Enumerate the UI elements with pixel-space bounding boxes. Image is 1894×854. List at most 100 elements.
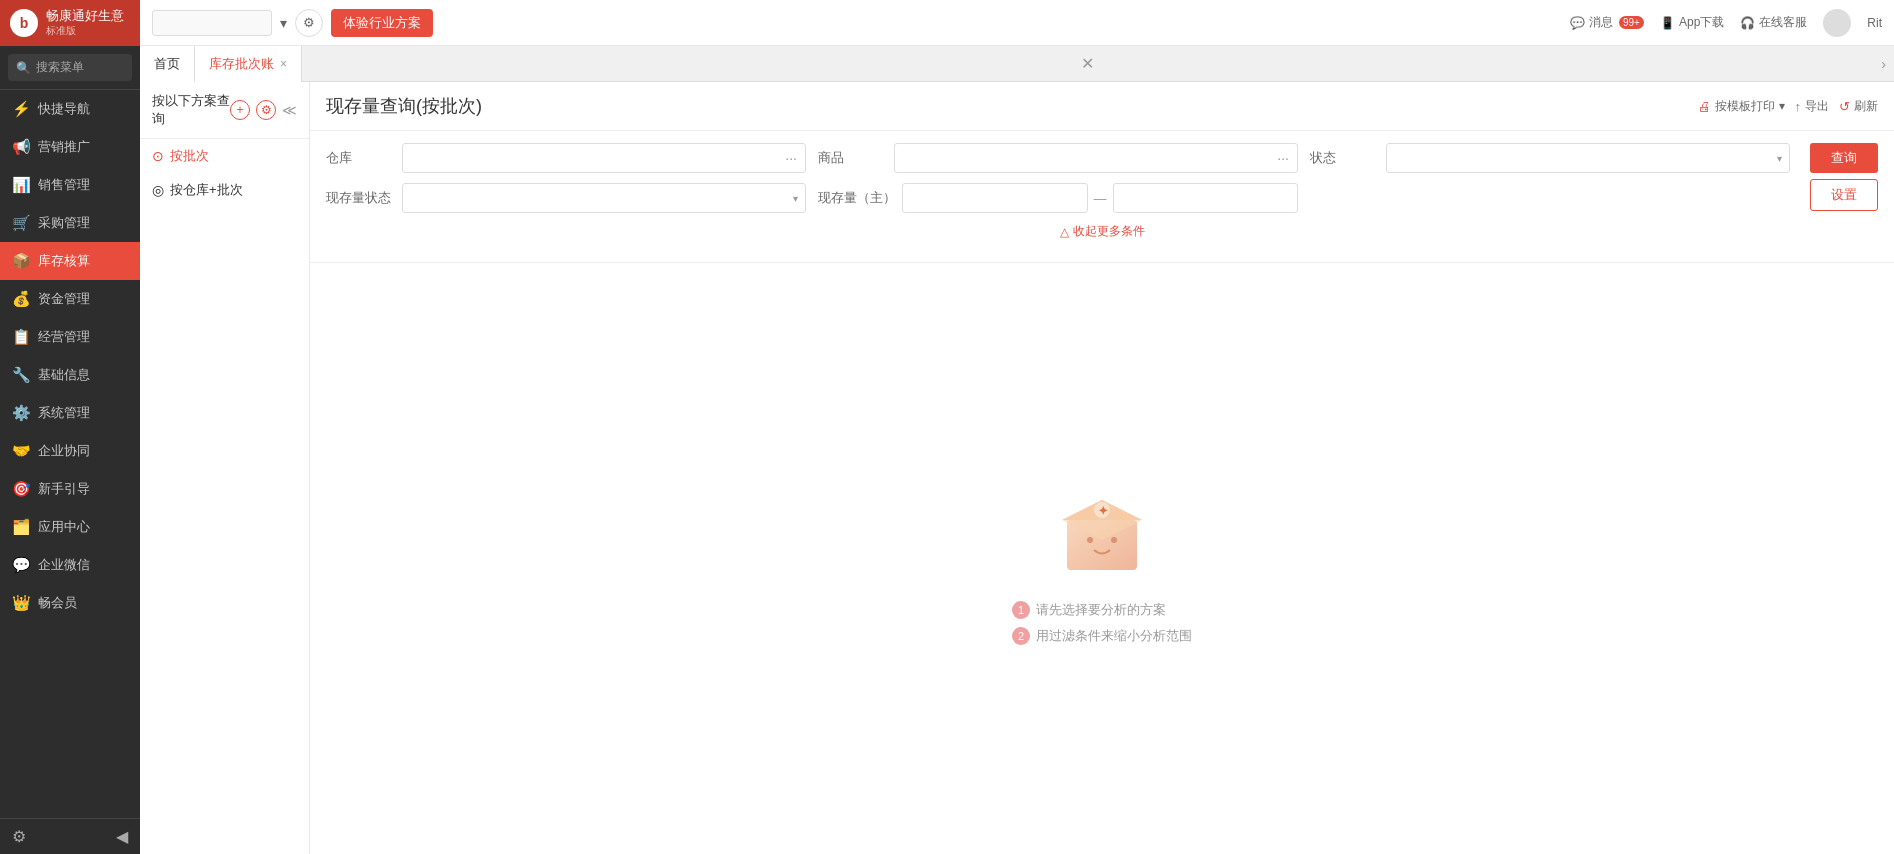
sidebar-item-newbie[interactable]: 🎯 新手引导 — [0, 470, 140, 508]
refresh-icon: ↺ — [1839, 99, 1850, 114]
tab-active-label: 库存批次账 — [209, 55, 274, 73]
tabbar: 首页 库存批次账 × ✕ › — [140, 46, 1894, 82]
sidebar-item-purchase[interactable]: 🛒 采购管理 — [0, 204, 140, 242]
quantity-to-input[interactable] — [1113, 183, 1299, 213]
topbar-gear-button[interactable]: ⚙ — [295, 9, 323, 37]
refresh-label: 刷新 — [1854, 98, 1878, 115]
topbar-dropdown-button[interactable]: ▾ — [280, 15, 287, 31]
collapse-button[interactable]: △ 收起更多条件 — [1060, 217, 1145, 246]
quantity-dash: — — [1094, 191, 1107, 206]
sidebar-item-basic[interactable]: 🔧 基础信息 — [0, 356, 140, 394]
sidebar-item-label: 采购管理 — [38, 214, 90, 232]
sidebar-item-sales[interactable]: 📊 销售管理 — [0, 166, 140, 204]
sidebar-item-label: 库存核算 — [38, 252, 90, 270]
warehouse-dots: ··· — [785, 150, 797, 166]
collapse-row: △ 收起更多条件 — [326, 213, 1878, 250]
messages-label: 消息 — [1589, 14, 1613, 31]
sidebar-item-label: 营销推广 — [38, 138, 90, 156]
empty-state: ✦ 1 请先选择要分析的方案 2 — [1012, 465, 1192, 653]
export-button[interactable]: ↑ 导出 — [1795, 98, 1830, 115]
shortcut-icon: ⚡ — [12, 100, 30, 118]
add-scheme-button[interactable]: + — [230, 100, 250, 120]
search-menu-button[interactable]: 🔍 搜索菜单 — [8, 54, 132, 81]
quantity-from-input[interactable] — [902, 183, 1088, 213]
marketing-icon: 📢 — [12, 138, 30, 156]
left-panel-item-label: 按仓库+批次 — [170, 181, 243, 199]
sidebar-item-enterprise[interactable]: 🤝 企业协同 — [0, 432, 140, 470]
user-avatar[interactable] — [1823, 9, 1851, 37]
hint-text-2: 用过滤条件来缩小分析范围 — [1036, 627, 1192, 645]
sidebar-item-marketing[interactable]: 📢 营销推广 — [0, 128, 140, 166]
sidebar-item-label: 系统管理 — [38, 404, 90, 422]
query-button[interactable]: 查询 — [1810, 143, 1878, 173]
left-panel-item-warehouse-batch[interactable]: ◎ 按仓库+批次 — [140, 173, 309, 207]
settings-scheme-button[interactable]: ⚙ — [256, 100, 276, 120]
messages-action[interactable]: 💬 消息 99+ — [1570, 14, 1644, 31]
sidebar-item-finance[interactable]: 💰 资金管理 — [0, 280, 140, 318]
empty-icon: ✦ — [1042, 465, 1162, 585]
phone-icon: 📱 — [1660, 16, 1675, 30]
warehouse-input[interactable]: ··· — [402, 143, 806, 173]
content-body: ✦ 1 请先选择要分析的方案 2 — [310, 263, 1894, 854]
tab-right-arrow-button[interactable]: › — [1881, 56, 1894, 72]
product-dots: ··· — [1277, 150, 1289, 166]
tab-home[interactable]: 首页 — [140, 46, 195, 82]
quantity-label: 现存量（主） — [818, 189, 896, 207]
left-panel-title: 按以下方案查询 — [152, 92, 230, 128]
tab-home-label: 首页 — [154, 55, 180, 73]
export-icon: ↑ — [1795, 99, 1802, 114]
print-dropdown-icon: ▾ — [1779, 99, 1785, 113]
message-icon: 💬 — [1570, 16, 1585, 30]
topbar: ▾ ⚙ 体验行业方案 💬 消息 99+ 📱 App下载 🎧 在线客服 Rit — [140, 0, 1894, 46]
sidebar-item-label: 新手引导 — [38, 480, 90, 498]
tab-inventory-batch[interactable]: 库存批次账 × — [195, 46, 302, 82]
inventory-status-select[interactable] — [402, 183, 806, 213]
print-icon: 🖨 — [1698, 99, 1711, 114]
collapse-panel-button[interactable]: ≪ — [282, 100, 297, 120]
sidebar-item-member[interactable]: 👑 畅会员 — [0, 584, 140, 622]
sidebar-footer: ⚙ ◀ — [0, 818, 140, 854]
left-panel-item-batch[interactable]: ⊙ 按批次 — [140, 139, 309, 173]
warehouse-label: 仓库 — [326, 149, 396, 167]
page-header: 现存量查询(按批次) 🖨 按模板打印 ▾ ↑ 导出 ↺ 刷新 — [310, 82, 1894, 131]
inventory-status-label: 现存量状态 — [326, 189, 396, 207]
trial-button[interactable]: 体验行业方案 — [331, 9, 433, 37]
sidebar-item-inventory[interactable]: 📦 库存核算 — [0, 242, 140, 280]
sidebar-search-area: 🔍 搜索菜单 — [0, 46, 140, 90]
sidebar-item-label: 畅会员 — [38, 594, 77, 612]
sales-icon: 📊 — [12, 176, 30, 194]
page-actions: 🖨 按模板打印 ▾ ↑ 导出 ↺ 刷新 — [1698, 98, 1879, 115]
sidebar: b 畅康通好生意 标准版 🔍 搜索菜单 ⚡ 快捷导航 📢 营销推广 📊 销售管理… — [0, 0, 140, 854]
sidebar-settings-button[interactable]: ⚙ — [12, 827, 26, 846]
sidebar-item-shortcut[interactable]: ⚡ 快捷导航 — [0, 90, 140, 128]
apps-icon: 🗂️ — [12, 518, 30, 536]
filter-row-2: 现存量状态 ▾ 现存量（主） — — [326, 183, 1790, 213]
tab-close-button[interactable]: × — [280, 57, 287, 71]
sidebar-item-apps[interactable]: 🗂️ 应用中心 — [0, 508, 140, 546]
sidebar-item-system[interactable]: ⚙️ 系统管理 — [0, 394, 140, 432]
finance-icon: 💰 — [12, 290, 30, 308]
settings-button[interactable]: 设置 — [1810, 179, 1878, 211]
filter-row-1: 仓库 ··· 商品 ··· — [326, 143, 1790, 173]
newbie-icon: 🎯 — [12, 480, 30, 498]
status-select-wrapper: ▾ — [1386, 143, 1790, 173]
sidebar-item-operations[interactable]: 📋 经营管理 — [0, 318, 140, 356]
online-service-label: 在线客服 — [1759, 14, 1807, 31]
app-download-action[interactable]: 📱 App下载 — [1660, 14, 1724, 31]
online-service-action[interactable]: 🎧 在线客服 — [1740, 14, 1807, 31]
export-label: 导出 — [1805, 98, 1829, 115]
sidebar-item-wechat[interactable]: 💬 企业微信 — [0, 546, 140, 584]
collapse-label: 收起更多条件 — [1073, 223, 1145, 240]
sidebar-header: b 畅康通好生意 标准版 — [0, 0, 140, 46]
sidebar-collapse-button[interactable]: ◀ — [116, 827, 128, 846]
status-select[interactable] — [1386, 143, 1790, 173]
hint-text-1: 请先选择要分析的方案 — [1036, 601, 1166, 619]
product-filter: 商品 ··· — [818, 143, 1298, 173]
filter-area: 仓库 ··· 商品 ··· — [310, 131, 1894, 263]
product-input[interactable]: ··· — [894, 143, 1298, 173]
print-button[interactable]: 🖨 按模板打印 ▾ — [1698, 98, 1785, 115]
refresh-button[interactable]: ↺ 刷新 — [1839, 98, 1878, 115]
username-label[interactable]: Rit — [1867, 16, 1882, 30]
tab-close-global-button[interactable]: ✕ — [1081, 54, 1094, 73]
topbar-search-input[interactable] — [152, 10, 272, 36]
